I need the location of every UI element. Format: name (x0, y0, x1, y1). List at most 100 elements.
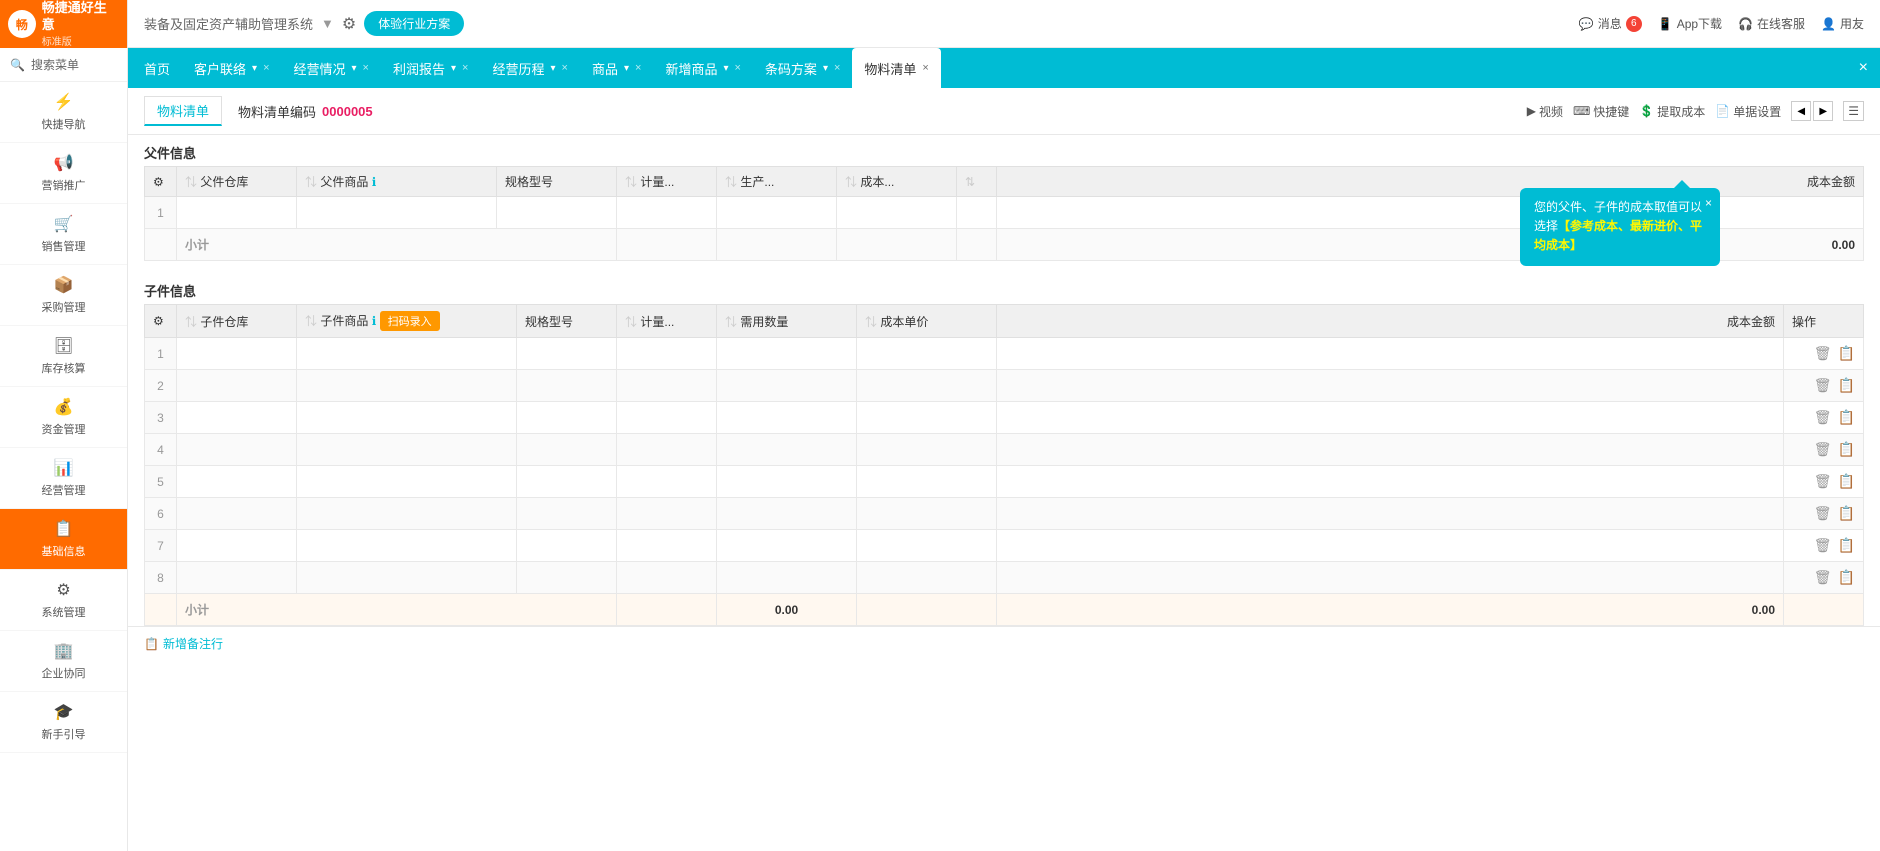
child-spec-cell[interactable] (517, 338, 617, 370)
child-unit-cell[interactable] (617, 530, 717, 562)
parent-spec-cell[interactable] (497, 197, 617, 229)
child-spec-cell[interactable] (517, 402, 617, 434)
tab-profit[interactable]: 利润报告 ▾ × (381, 48, 480, 88)
message-action[interactable]: 💬 消息 6 (1579, 15, 1642, 32)
tab-close-icon[interactable]: × (562, 62, 568, 74)
tab-close-icon[interactable]: × (363, 62, 369, 74)
next-arrow-button[interactable]: ▶ (1813, 101, 1833, 121)
sidebar-item-purchase[interactable]: 📦 采购管理 (0, 265, 127, 326)
add-row-button[interactable]: 📋 新增备注行 (144, 635, 223, 652)
user-action[interactable]: 👤 用友 (1821, 15, 1864, 32)
parent-warehouse-cell[interactable] (177, 197, 297, 229)
tab-close-icon[interactable]: × (462, 62, 468, 74)
delete-icon[interactable]: 🗑 (1814, 409, 1832, 426)
child-warehouse-cell[interactable] (177, 402, 297, 434)
child-cost-price-cell[interactable] (857, 370, 997, 402)
tab-new-product[interactable]: 新增商品 ▾ × (653, 48, 752, 88)
child-unit-cell[interactable] (617, 370, 717, 402)
child-warehouse-cell[interactable] (177, 466, 297, 498)
child-warehouse-cell[interactable] (177, 498, 297, 530)
child-spec-cell[interactable] (517, 562, 617, 594)
delete-icon[interactable]: 🗑 (1814, 441, 1832, 458)
online-service-action[interactable]: 🎧 在线客服 (1738, 15, 1805, 32)
copy-icon[interactable]: 📋 (1838, 377, 1855, 394)
tab-operations[interactable]: 经营情况 ▾ × (282, 48, 381, 88)
tab-close-icon[interactable]: × (263, 62, 269, 74)
child-spec-cell[interactable] (517, 498, 617, 530)
sidebar-item-operations[interactable]: 📊 经营管理 (0, 448, 127, 509)
child-qty-cell[interactable] (717, 466, 857, 498)
child-qty-cell[interactable] (717, 498, 857, 530)
child-cost-price-cell[interactable] (857, 466, 997, 498)
child-cost-price-cell[interactable] (857, 498, 997, 530)
parent-product-cell[interactable] (297, 197, 497, 229)
tab-products[interactable]: 商品 ▾ × (580, 48, 653, 88)
child-qty-cell[interactable] (717, 402, 857, 434)
child-product-cell[interactable] (297, 562, 517, 594)
child-cost-price-cell[interactable] (857, 530, 997, 562)
sidebar-item-marketing[interactable]: 📢 营销推广 (0, 143, 127, 204)
tab-close-icon[interactable]: × (734, 62, 740, 74)
child-qty-cell[interactable] (717, 530, 857, 562)
child-qty-cell[interactable] (717, 370, 857, 402)
child-product-cell[interactable] (297, 498, 517, 530)
prev-arrow-button[interactable]: ◀ (1791, 101, 1811, 121)
delete-icon[interactable]: 🗑 (1814, 345, 1832, 362)
sub-tab-bom-list[interactable]: 物料清单 (144, 96, 222, 126)
sidebar-item-quick-nav[interactable]: ⚡ 快捷导航 (0, 82, 127, 143)
parent-unit-cell[interactable] (617, 197, 717, 229)
child-unit-cell[interactable] (617, 402, 717, 434)
settings-button[interactable]: ⚙ (342, 14, 356, 34)
child-product-cell[interactable] (297, 402, 517, 434)
close-all-button[interactable]: × (1851, 59, 1876, 77)
child-qty-cell[interactable] (717, 562, 857, 594)
th-parent-settings[interactable]: ⚙ (145, 167, 177, 197)
child-warehouse-cell[interactable] (177, 370, 297, 402)
tab-close-icon[interactable]: × (834, 62, 840, 74)
child-spec-cell[interactable] (517, 434, 617, 466)
child-cost-price-cell[interactable] (857, 434, 997, 466)
child-product-cell[interactable] (297, 370, 517, 402)
trial-button[interactable]: 体验行业方案 (364, 11, 464, 36)
child-unit-cell[interactable] (617, 434, 717, 466)
tooltip-close-button[interactable]: × (1705, 194, 1712, 213)
child-unit-cell[interactable] (617, 498, 717, 530)
child-warehouse-cell[interactable] (177, 530, 297, 562)
tab-barcode[interactable]: 条码方案 ▾ × (753, 48, 852, 88)
th-child-settings[interactable]: ⚙ (145, 305, 177, 338)
tab-home[interactable]: 首页 (132, 48, 182, 88)
shortcut-action[interactable]: ⌨ 快捷键 (1573, 103, 1629, 120)
child-spec-cell[interactable] (517, 370, 617, 402)
sidebar-item-guide[interactable]: 🎓 新手引导 (0, 692, 127, 753)
video-action[interactable]: ▶ 视频 (1527, 103, 1563, 120)
child-spec-cell[interactable] (517, 466, 617, 498)
delete-icon[interactable]: 🗑 (1814, 473, 1832, 490)
parent-production-cell[interactable] (717, 197, 837, 229)
child-qty-cell[interactable] (717, 434, 857, 466)
extract-cost-action[interactable]: 💲 提取成本 (1639, 103, 1705, 120)
delete-icon[interactable]: 🗑 (1814, 377, 1832, 394)
child-product-cell[interactable] (297, 530, 517, 562)
child-warehouse-cell[interactable] (177, 434, 297, 466)
copy-icon[interactable]: 📋 (1838, 505, 1855, 522)
child-cost-price-cell[interactable] (857, 338, 997, 370)
scan-input-button[interactable]: 扫码录入 (380, 311, 440, 331)
child-unit-cell[interactable] (617, 338, 717, 370)
view-grid-button[interactable]: ☰ (1843, 101, 1864, 121)
child-cost-price-cell[interactable] (857, 562, 997, 594)
child-product-cell[interactable] (297, 338, 517, 370)
sidebar-item-system[interactable]: ⚙ 系统管理 (0, 570, 127, 631)
child-warehouse-cell[interactable] (177, 338, 297, 370)
delete-icon[interactable]: 🗑 (1814, 537, 1832, 554)
sidebar-item-sales[interactable]: 🛒 销售管理 (0, 204, 127, 265)
child-product-cell[interactable] (297, 434, 517, 466)
single-settings-action[interactable]: 📄 单据设置 (1715, 103, 1781, 120)
child-spec-cell[interactable] (517, 530, 617, 562)
tab-close-icon[interactable]: × (635, 62, 641, 74)
sidebar-item-basics[interactable]: 📋 基础信息 (0, 509, 127, 570)
child-unit-cell[interactable] (617, 466, 717, 498)
child-product-cell[interactable] (297, 466, 517, 498)
child-cost-price-cell[interactable] (857, 402, 997, 434)
child-qty-cell[interactable] (717, 338, 857, 370)
sidebar-item-enterprise[interactable]: 🏢 企业协同 (0, 631, 127, 692)
